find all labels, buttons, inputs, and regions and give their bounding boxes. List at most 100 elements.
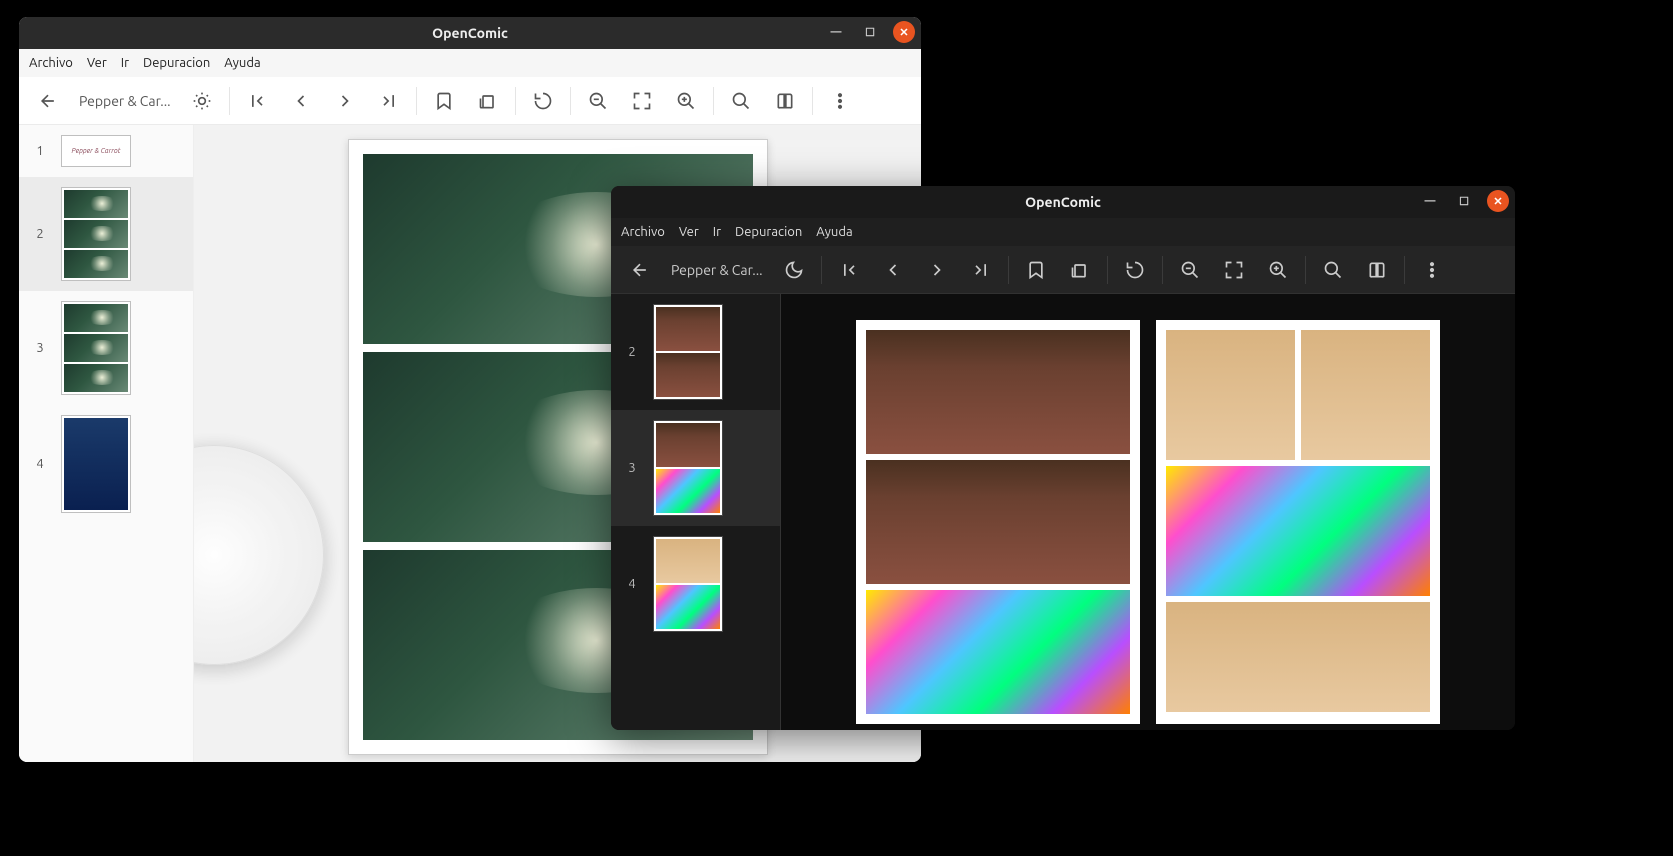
menu-go[interactable]: Ir: [121, 56, 129, 70]
zoom-in-button[interactable]: [665, 80, 707, 122]
toolbar: Pepper & Car...: [19, 77, 921, 125]
facing-pages: [844, 308, 1452, 730]
close-button[interactable]: [893, 21, 915, 43]
comic-page-left: [856, 320, 1140, 724]
page-number: 3: [33, 341, 47, 355]
comic-panel: [866, 460, 1130, 584]
thumbnail-sidebar[interactable]: 1 Pepper & Carrot 2 3 4: [19, 125, 194, 762]
menu-debug[interactable]: Depuracion: [143, 56, 210, 70]
next-page-button[interactable]: [324, 80, 366, 122]
window-controls: [825, 21, 915, 43]
prev-page-button[interactable]: [280, 80, 322, 122]
toolbar: Pepper & Car...: [611, 246, 1515, 294]
menu-view[interactable]: Ver: [679, 225, 699, 239]
bookmark-button[interactable]: [423, 80, 465, 122]
minimize-button[interactable]: [825, 21, 847, 43]
separator: [812, 87, 813, 115]
separator: [570, 87, 571, 115]
separator: [1107, 256, 1108, 284]
menu-view[interactable]: Ver: [87, 56, 107, 70]
comic-panel: [866, 590, 1130, 714]
thumbnail-page-4[interactable]: 4: [611, 526, 780, 642]
thumbnail-page-4[interactable]: 4: [19, 405, 193, 523]
separator: [229, 87, 230, 115]
theme-toggle-button[interactable]: [773, 249, 815, 291]
menu-help[interactable]: Ayuda: [816, 225, 852, 239]
more-button[interactable]: [1411, 249, 1453, 291]
separator: [1162, 256, 1163, 284]
rotate-button[interactable]: [1114, 249, 1156, 291]
menu-help[interactable]: Ayuda: [224, 56, 260, 70]
menu-file[interactable]: Archivo: [621, 225, 665, 239]
zoom-out-button[interactable]: [577, 80, 619, 122]
separator: [1305, 256, 1306, 284]
comic-panel: [866, 330, 1130, 454]
back-button[interactable]: [27, 80, 69, 122]
prev-page-button[interactable]: [872, 249, 914, 291]
page-number: 4: [625, 577, 639, 591]
fullscreen-button[interactable]: [1213, 249, 1255, 291]
titlebar: OpenComic: [611, 186, 1515, 218]
thumbnail-page-3[interactable]: 3: [611, 410, 780, 526]
window-title: OpenComic: [1025, 194, 1101, 210]
menu-file[interactable]: Archivo: [29, 56, 73, 70]
library-button[interactable]: [1059, 249, 1101, 291]
thumbnail-page-2[interactable]: 2: [611, 294, 780, 410]
menubar: Archivo Ver Ir Depuracion Ayuda: [611, 218, 1515, 246]
window-dark: OpenComic Archivo Ver Ir Depuracion Ayud…: [611, 186, 1515, 730]
zoom-in-button[interactable]: [1257, 249, 1299, 291]
thumbnail-image: [653, 304, 723, 400]
thumbnail-sidebar[interactable]: 2 3 4: [611, 294, 781, 730]
titlebar: OpenComic: [19, 17, 921, 49]
separator: [821, 256, 822, 284]
fullscreen-button[interactable]: [621, 80, 663, 122]
page-number: 1: [33, 144, 47, 158]
window-title: OpenComic: [432, 25, 508, 41]
document-title: Pepper & Car...: [663, 262, 771, 278]
search-button[interactable]: [1312, 249, 1354, 291]
separator: [515, 87, 516, 115]
comic-panel: [1301, 330, 1430, 460]
zoom-out-button[interactable]: [1169, 249, 1211, 291]
library-button[interactable]: [467, 80, 509, 122]
thumbnail-page-1[interactable]: 1 Pepper & Carrot: [19, 125, 193, 177]
first-page-button[interactable]: [828, 249, 870, 291]
bookmark-button[interactable]: [1015, 249, 1057, 291]
theme-toggle-button[interactable]: [181, 80, 223, 122]
thumbnail-image: [653, 536, 723, 632]
last-page-button[interactable]: [960, 249, 1002, 291]
search-button[interactable]: [720, 80, 762, 122]
first-page-button[interactable]: [236, 80, 278, 122]
thumbnail-image: Pepper & Carrot: [61, 135, 131, 167]
maximize-button[interactable]: [1453, 190, 1475, 212]
rotate-button[interactable]: [522, 80, 564, 122]
document-title: Pepper & Car...: [71, 93, 179, 109]
next-page-button[interactable]: [916, 249, 958, 291]
menu-go[interactable]: Ir: [713, 225, 721, 239]
menubar: Archivo Ver Ir Depuracion Ayuda: [19, 49, 921, 77]
close-button[interactable]: [1487, 190, 1509, 212]
page-viewer[interactable]: [781, 294, 1515, 730]
last-page-button[interactable]: [368, 80, 410, 122]
menu-debug[interactable]: Depuracion: [735, 225, 802, 239]
maximize-button[interactable]: [859, 21, 881, 43]
thumbnail-page-3[interactable]: 3: [19, 291, 193, 405]
minimize-button[interactable]: [1419, 190, 1441, 212]
comic-panel: [1166, 602, 1430, 712]
page-number: 3: [625, 461, 639, 475]
back-button[interactable]: [619, 249, 661, 291]
reading-mode-button[interactable]: [764, 80, 806, 122]
reading-mode-button[interactable]: [1356, 249, 1398, 291]
page-number: 4: [33, 457, 47, 471]
thumbnail-page-2[interactable]: 2: [19, 177, 193, 291]
comic-panel: [1166, 466, 1430, 596]
thumbnail-image: [61, 187, 131, 281]
thumbnail-image: [653, 420, 723, 516]
comic-panel: [1166, 330, 1295, 460]
comic-page-right: [1156, 320, 1440, 724]
more-button[interactable]: [819, 80, 861, 122]
magnifier-lens[interactable]: [194, 445, 324, 665]
page-number: 2: [625, 345, 639, 359]
thumbnail-image: [61, 301, 131, 395]
separator: [713, 87, 714, 115]
